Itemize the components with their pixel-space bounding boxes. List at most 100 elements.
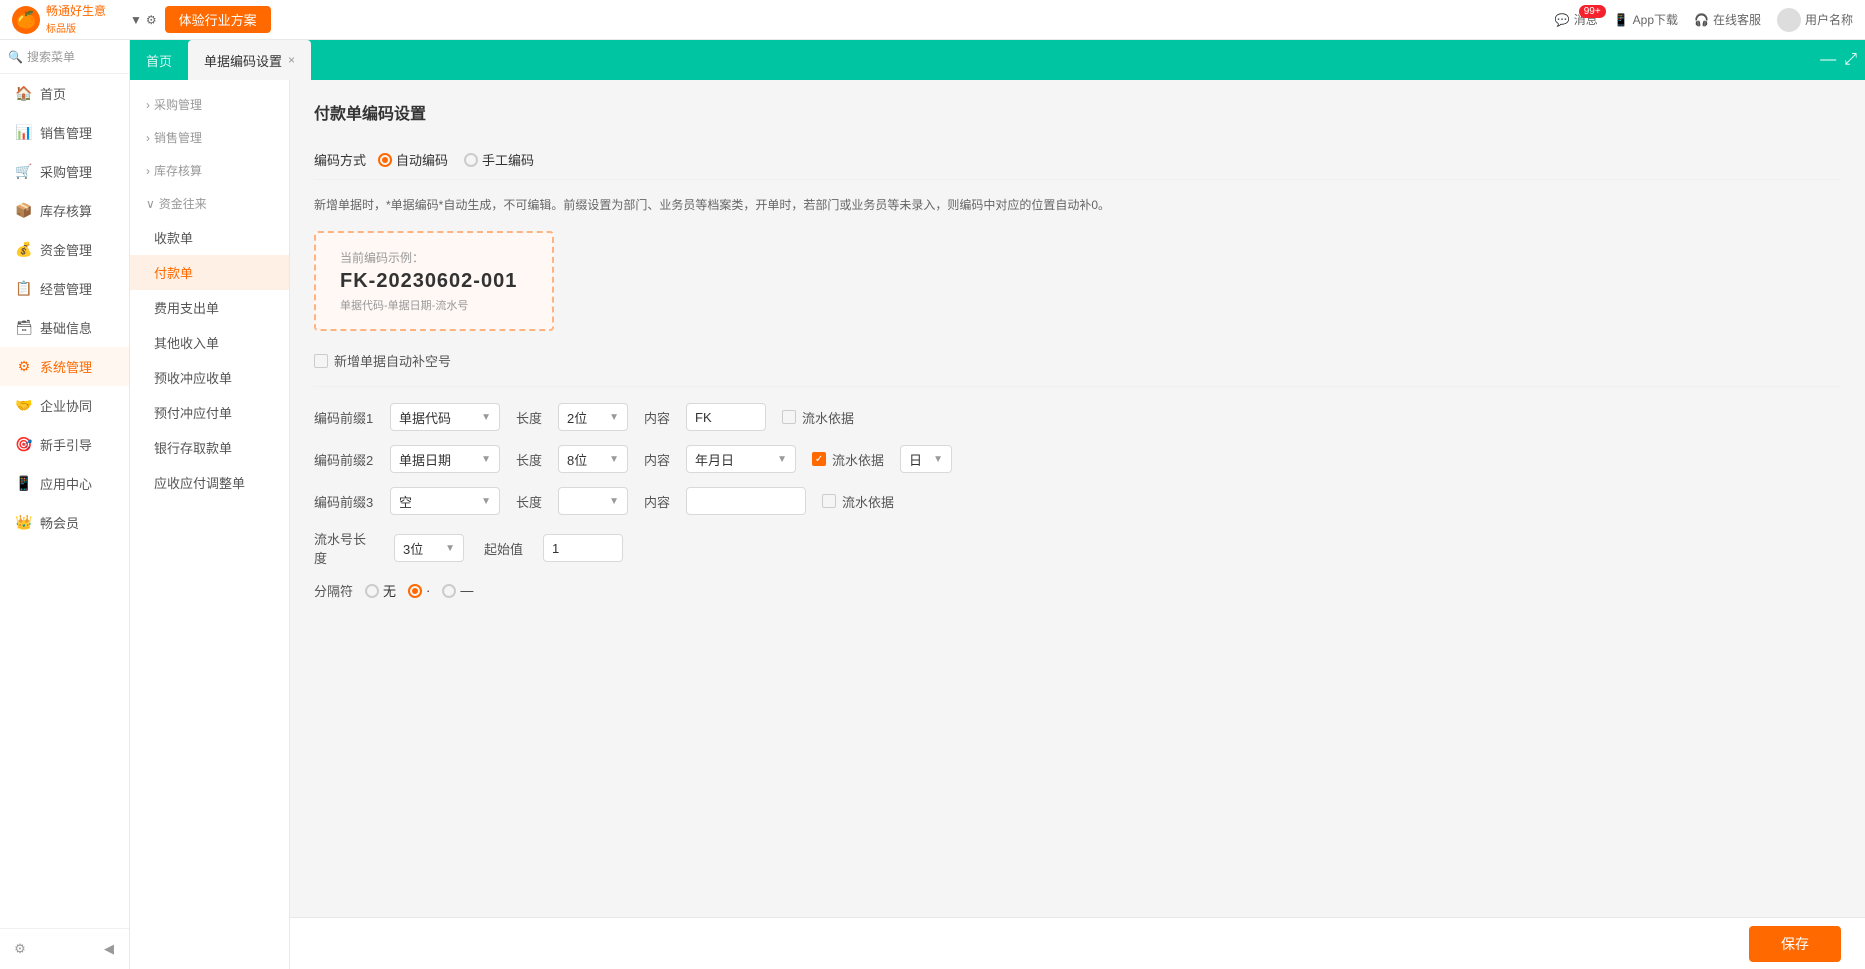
chevron-purchase: › [146,98,150,112]
logo-icon: 🍊 [12,6,40,34]
sidebar-item-purchase[interactable]: 🛒 采购管理 [0,152,129,191]
user-avatar [1777,8,1801,32]
sep-none-radio[interactable]: 无 [365,581,396,600]
sidebar-item-enterprise[interactable]: 🤝 企业协同 [0,386,129,425]
sep-dot-radio[interactable]: · [408,583,430,598]
prefix1-serial-checkbox[interactable] [782,410,796,424]
prefix2-content-select[interactable]: 年月日 ▼ [686,445,796,473]
tab-maximize-icon[interactable]: ⤢ [1844,51,1857,69]
industry-button[interactable]: 体验行业方案 [165,6,271,33]
sub-menu-adjustment-label: 应收应付调整单 [154,473,245,492]
start-value-input[interactable]: 1 [543,534,623,562]
prefix2-label: 编码前缀2 [314,450,374,469]
prefix2-serial-checkbox[interactable]: ✓ [812,452,826,466]
sub-menu-payment[interactable]: 付款单 [130,255,289,290]
nav-dropdown[interactable]: ▼ [130,13,142,27]
sidebar-search[interactable]: 🔍 搜索菜单 [0,40,129,74]
settings-bottom-icon[interactable]: ⚙ [8,937,32,961]
sub-menu-inventory[interactable]: › 库存核算 [130,154,289,187]
prefix3-select[interactable]: 空 ▼ [390,487,500,515]
radio-manual[interactable]: 手工编码 [464,150,534,169]
search-icon: 🔍 [8,50,23,64]
app-download-button[interactable]: 📱 App下载 [1614,11,1678,28]
sidebar-item-label-member: 畅会员 [40,513,79,532]
user-profile[interactable]: 用户名称 [1777,8,1853,32]
home-icon: 🏠 [16,86,32,102]
sub-menu-other-income[interactable]: 其他收入单 [130,325,289,360]
divider-1 [314,386,1841,387]
sidebar-item-guide[interactable]: 🎯 新手引导 [0,425,129,464]
page-title: 付款单编码设置 [314,100,1841,124]
start-value-label: 起始值 [484,539,523,558]
sidebar-item-home[interactable]: 🏠 首页 [0,74,129,113]
prefix2-serial-row: ✓ 流水依据 [812,450,884,469]
sidebar-item-operations[interactable]: 📋 经营管理 [0,269,129,308]
tab-home[interactable]: 首页 [130,40,188,80]
auto-fill-label: 新增单据自动补空号 [334,351,451,370]
sub-menu-advance-receivable[interactable]: 预收冲应收单 [130,360,289,395]
sidebar-item-basic[interactable]: 🗃 基础信息 [0,308,129,347]
service-button[interactable]: 🎧 在线客服 [1694,11,1761,28]
save-button[interactable]: 保存 [1749,926,1841,962]
prefix3-length-select[interactable]: ▼ [558,487,628,515]
prefix1-arrow: ▼ [481,412,491,423]
sales-icon: 📊 [16,125,32,141]
prefix2-length-select[interactable]: 8位 ▼ [558,445,628,473]
sub-menu-purchase[interactable]: › 采购管理 [130,88,289,121]
sub-menu-advance-payable[interactable]: 预付冲应付单 [130,395,289,430]
sub-menu-expense[interactable]: 费用支出单 [130,290,289,325]
collapse-icon[interactable]: ◀ [97,937,121,961]
tab-close-icon[interactable]: × [288,53,295,67]
separator-row: 分隔符 无 · — [314,581,1841,600]
prefix3-serial-checkbox[interactable] [822,494,836,508]
sidebar-item-system[interactable]: ⚙ 系统管理 [0,347,129,386]
prefix1-row: 编码前缀1 单据代码 ▼ 长度 2位 ▼ 内容 FK [314,403,1841,431]
sep-none-circle [365,584,379,598]
info-text: 新增单据时，*单据编码*自动生成，不可编辑。前缀设置为部门、业务员等档案类，开单… [314,196,1841,215]
message-button[interactable]: 💬 消息 99+ [1555,11,1598,28]
sidebar-bottom: ⚙ ◀ [0,928,129,969]
sidebar: 🔍 搜索菜单 🏠 首页 📊 销售管理 🛒 采购管理 📦 库存核算 💰 [0,40,130,969]
sub-menu-receipt-label: 收款单 [154,228,193,247]
sidebar-item-inventory[interactable]: 📦 库存核算 [0,191,129,230]
radio-auto[interactable]: 自动编码 [378,150,448,169]
sub-menu-receipt[interactable]: 收款单 [130,220,289,255]
sidebar-item-label-home: 首页 [40,84,66,103]
service-icon: 🎧 [1694,13,1709,27]
prefix2-content-label: 内容 [644,450,670,469]
sub-menu-adjustment[interactable]: 应收应付调整单 [130,465,289,500]
nav-settings-icon[interactable]: ⚙ [146,13,157,27]
sidebar-item-label-basic: 基础信息 [40,318,92,337]
sep-dash-radio[interactable]: — [442,583,473,598]
prefix2-select[interactable]: 单据日期 ▼ [390,445,500,473]
sidebar-item-finance[interactable]: 💰 资金管理 [0,230,129,269]
prefix1-length-select[interactable]: 2位 ▼ [558,403,628,431]
sidebar-item-sales[interactable]: 📊 销售管理 [0,113,129,152]
sep-dot-circle [408,584,422,598]
auto-fill-checkbox[interactable] [314,354,328,368]
app-logo: 🍊 畅通好生意 标品版 [12,4,106,35]
search-label: 搜索菜单 [27,48,75,65]
tab-bar: 首页 单据编码设置 × — ⤢ [130,40,1865,80]
prefix2-day-select[interactable]: 日 ▼ [900,445,952,473]
sub-menu-sales[interactable]: › 销售管理 [130,121,289,154]
sub-menu-capital[interactable]: ∨ 资金往来 [130,187,289,220]
topbar-nav: ▼ ⚙ [130,13,157,27]
sub-menu-capital-label: 资金往来 [159,195,207,212]
sidebar-item-member[interactable]: 👑 畅会员 [0,503,129,542]
user-name: 用户名称 [1805,11,1853,28]
serial-length-select[interactable]: 3位 ▼ [394,534,464,562]
guide-icon: 🎯 [16,437,32,453]
prefix1-select[interactable]: 单据代码 ▼ [390,403,500,431]
tab-settings[interactable]: 单据编码设置 × [188,40,311,80]
content-area: 首页 单据编码设置 × — ⤢ › 采购管理 › 销售管理 [130,40,1865,969]
sidebar-item-apps[interactable]: 📱 应用中心 [0,464,129,503]
sep-none-label: 无 [383,581,396,600]
topbar-right: 💬 消息 99+ 📱 App下载 🎧 在线客服 用户名称 [1555,8,1853,32]
tab-minimize-icon[interactable]: — [1820,51,1836,69]
radio-group: 自动编码 手工编码 [378,150,534,169]
chevron-sales: › [146,131,150,145]
prefix3-content-input[interactable] [686,487,806,515]
serial-row: 流水号长度 3位 ▼ 起始值 1 [314,529,1841,567]
sub-menu-bank[interactable]: 银行存取款单 [130,430,289,465]
